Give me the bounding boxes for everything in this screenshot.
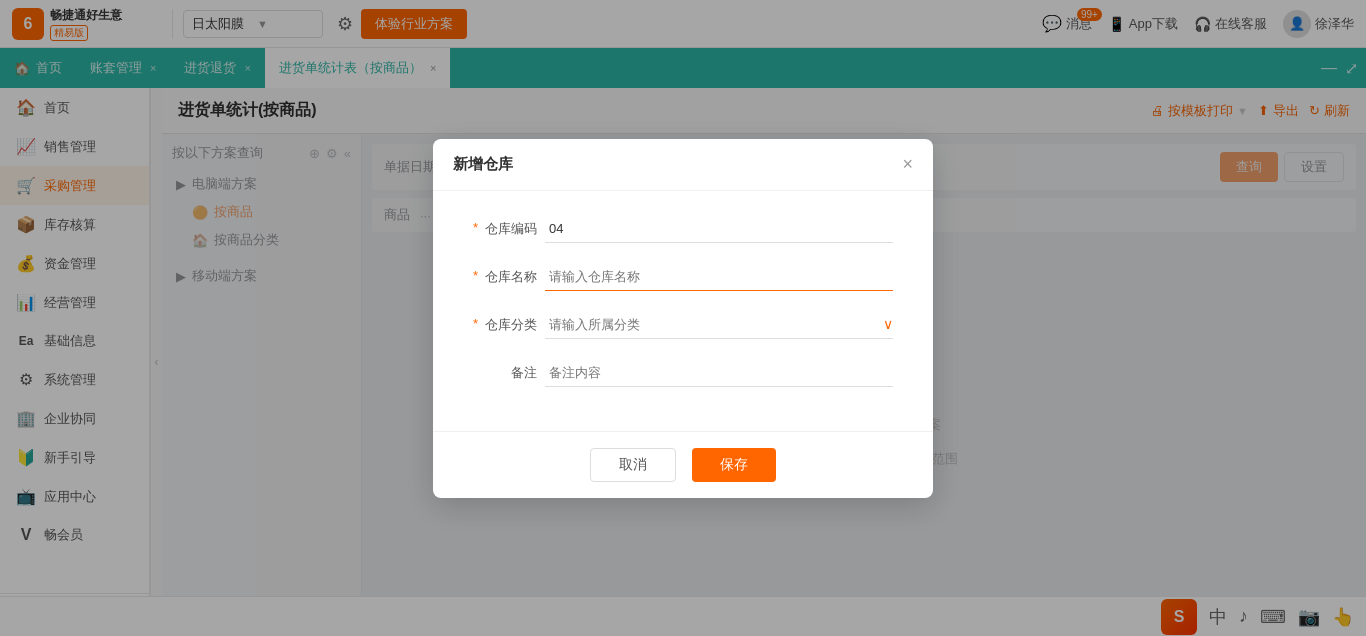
form-label-category: 仓库分类 [473, 316, 545, 334]
form-label-remark: 备注 [473, 364, 545, 382]
modal-header: 新增仓库 × [433, 139, 933, 191]
form-row-remark: 备注 [473, 359, 893, 387]
category-chevron-icon: ∨ [883, 316, 893, 332]
cancel-button[interactable]: 取消 [590, 448, 676, 482]
form-row-code: 仓库编码 [473, 215, 893, 243]
modal-title: 新增仓库 [453, 155, 902, 174]
warehouse-remark-input[interactable] [545, 359, 893, 387]
warehouse-name-input[interactable] [545, 263, 893, 291]
modal-new-warehouse: 新增仓库 × 仓库编码 仓库名称 仓库分类 ∨ [433, 139, 933, 498]
modal-overlay: 新增仓库 × 仓库编码 仓库名称 仓库分类 ∨ [0, 0, 1366, 636]
warehouse-category-input[interactable] [545, 311, 883, 338]
warehouse-code-input[interactable] [545, 215, 893, 243]
form-label-name: 仓库名称 [473, 268, 545, 286]
warehouse-category-wrap: ∨ [545, 311, 893, 339]
form-row-name: 仓库名称 [473, 263, 893, 291]
modal-body: 仓库编码 仓库名称 仓库分类 ∨ 备注 [433, 191, 933, 431]
save-button[interactable]: 保存 [692, 448, 776, 482]
form-label-code: 仓库编码 [473, 220, 545, 238]
form-row-category: 仓库分类 ∨ [473, 311, 893, 339]
modal-footer: 取消 保存 [433, 431, 933, 498]
modal-close-button[interactable]: × [902, 155, 913, 173]
